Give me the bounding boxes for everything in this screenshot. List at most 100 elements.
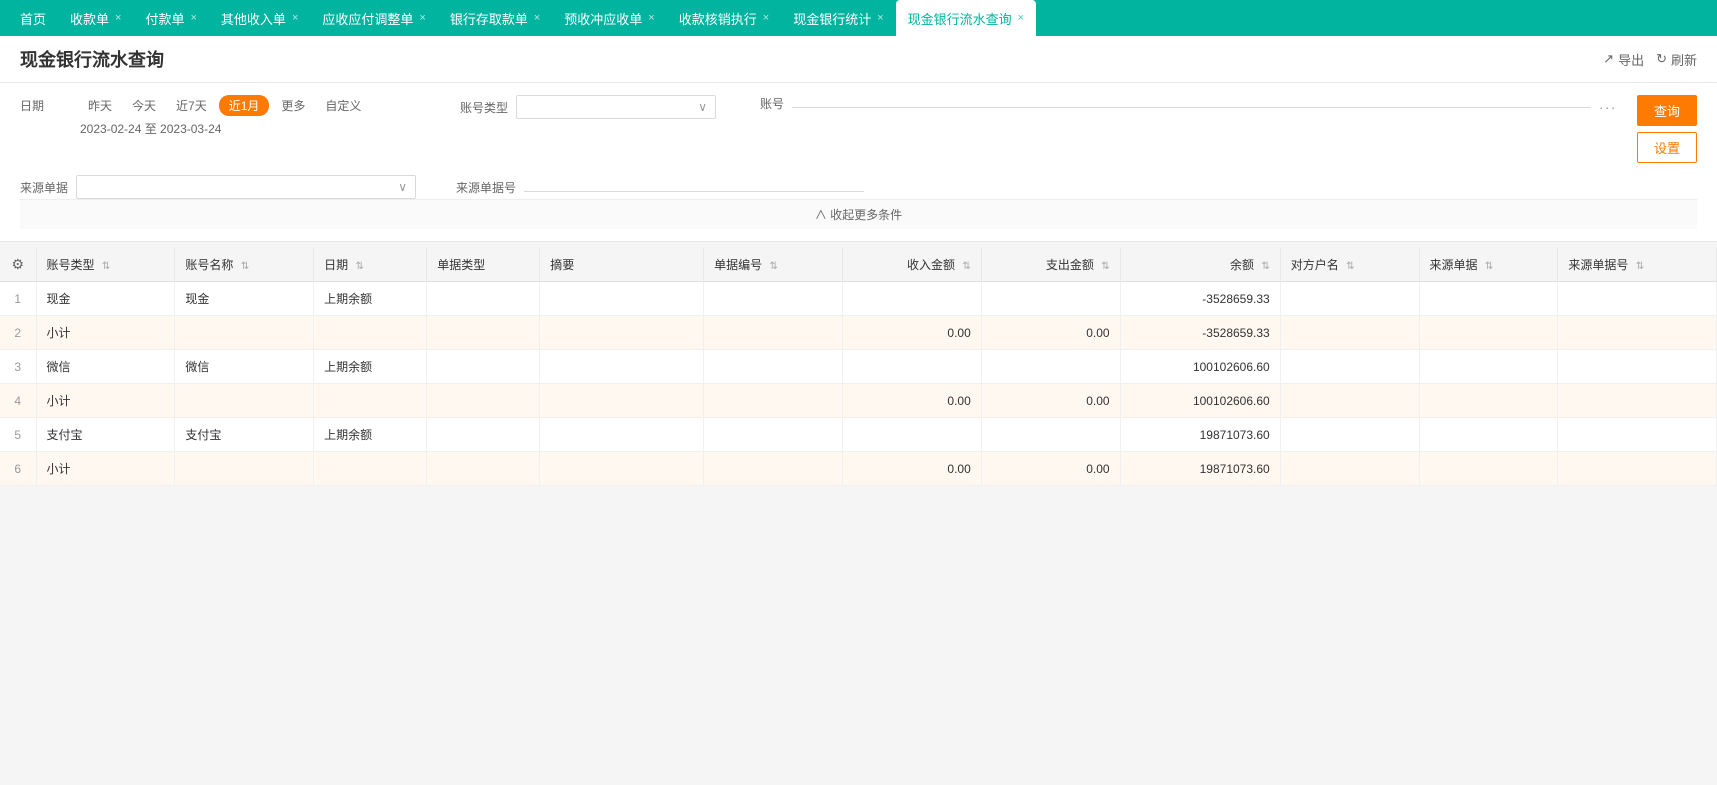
cell-date: 上期余额 (314, 282, 427, 316)
cell-source-doc-no (1558, 282, 1717, 316)
cell-expense: 0.00 (981, 384, 1120, 418)
refresh-button[interactable]: ↻ 刷新 (1656, 50, 1697, 69)
date-range-display: 2023-02-24 至 2023-03-24 (80, 120, 440, 137)
cell-source-doc (1419, 350, 1558, 384)
cell-source-doc-no (1558, 350, 1717, 384)
sort-income-icon[interactable]: ⇅ (962, 261, 970, 272)
cell-doc-type (427, 384, 540, 418)
nav-cash-flow-query[interactable]: 现金银行流水查询 × (896, 0, 1036, 36)
cell-counterpart (1280, 452, 1419, 486)
cell-account-name: 现金 (175, 282, 314, 316)
cell-num: 2 (0, 316, 36, 350)
source-doc-label: 来源单据 (20, 179, 68, 196)
nav-ar-ap-adjust[interactable]: 应收应付调整单 × (310, 0, 437, 36)
nav-prepay[interactable]: 预收冲应收单 × (552, 0, 666, 36)
collapse-bar[interactable]: ∧ 收起更多条件 (20, 199, 1697, 229)
nav-receipt-close[interactable]: × (115, 12, 121, 24)
cell-doc-no (704, 452, 843, 486)
nav-prepay-close[interactable]: × (648, 12, 654, 24)
source-doc-no-input[interactable] (524, 183, 864, 192)
cell-date (314, 452, 427, 486)
cell-income: 0.00 (842, 452, 981, 486)
date-today[interactable]: 今天 (124, 95, 164, 116)
sort-source-doc-icon[interactable]: ⇅ (1485, 261, 1493, 272)
cell-summary (540, 384, 704, 418)
query-button[interactable]: 查询 (1637, 95, 1697, 126)
date-1month[interactable]: 近1月 (219, 95, 270, 116)
col-source-doc-no: 来源单据号 ⇅ (1558, 248, 1717, 282)
col-settings[interactable]: ⚙ (0, 248, 36, 282)
sort-counterpart-icon[interactable]: ⇅ (1346, 261, 1354, 272)
cell-source-doc-no (1558, 316, 1717, 350)
cell-num: 3 (0, 350, 36, 384)
sort-expense-icon[interactable]: ⇅ (1101, 261, 1109, 272)
nav-other-income-close[interactable]: × (292, 12, 298, 24)
source-doc-chevron-icon: ∨ (398, 180, 407, 194)
cell-account-type: 小计 (36, 452, 175, 486)
cell-account-type: 微信 (36, 350, 175, 384)
date-filter-label: 日期 (20, 97, 80, 114)
account-type-chevron-icon: ∨ (698, 100, 707, 114)
date-7days[interactable]: 近7天 (168, 95, 215, 116)
cell-counterpart (1280, 316, 1419, 350)
cell-account-name (175, 384, 314, 418)
col-summary: 摘要 (540, 248, 704, 282)
date-yesterday[interactable]: 昨天 (80, 95, 120, 116)
cell-source-doc-no (1558, 418, 1717, 452)
col-date: 日期 ⇅ (314, 248, 427, 282)
date-more[interactable]: 更多 (273, 95, 313, 116)
export-button[interactable]: ↗ 导出 (1603, 50, 1644, 69)
cell-counterpart (1280, 282, 1419, 316)
cell-counterpart (1280, 418, 1419, 452)
sort-doc-no-icon[interactable]: ⇅ (769, 261, 777, 272)
account-more-icon[interactable]: ... (1599, 96, 1617, 112)
sort-date-icon[interactable]: ⇅ (356, 261, 364, 272)
cell-income: 0.00 (842, 384, 981, 418)
nav-receipt-exec[interactable]: 收款核销执行 × (667, 0, 781, 36)
cell-account-name: 微信 (175, 350, 314, 384)
filter-area: 日期 昨天 今天 近7天 近1月 更多 自定义 2023-02-24 至 202… (0, 83, 1717, 242)
cell-source-doc (1419, 282, 1558, 316)
nav-payment[interactable]: 付款单 × (133, 0, 208, 36)
nav-cash-stats[interactable]: 现金银行统计 × (781, 0, 895, 36)
source-doc-no-label: 来源单据号 (456, 179, 516, 196)
cell-account-type: 小计 (36, 316, 175, 350)
sort-balance-icon[interactable]: ⇅ (1261, 261, 1269, 272)
date-custom[interactable]: 自定义 (317, 95, 369, 116)
cell-balance: 100102606.60 (1120, 384, 1280, 418)
nav-bank-deposit[interactable]: 银行存取款单 × (438, 0, 552, 36)
nav-payment-close[interactable]: × (190, 12, 196, 24)
table-row: 1现金现金上期余额-3528659.33 (0, 282, 1717, 316)
col-income: 收入金额 ⇅ (842, 248, 981, 282)
nav-cash-flow-query-close[interactable]: × (1018, 12, 1024, 24)
set-button[interactable]: 设置 (1637, 132, 1697, 163)
nav-receipt-exec-close[interactable]: × (763, 12, 769, 24)
cell-date: 上期余额 (314, 418, 427, 452)
col-doc-type: 单据类型 (427, 248, 540, 282)
account-type-select[interactable]: ∨ (516, 95, 716, 119)
account-type-label: 账号类型 (460, 99, 508, 116)
account-input[interactable] (792, 99, 1591, 108)
nav-home[interactable]: 首页 (8, 0, 58, 36)
settings-icon[interactable]: ⚙ (11, 256, 24, 272)
cell-expense: 0.00 (981, 452, 1120, 486)
table-row: 2小计0.000.00-3528659.33 (0, 316, 1717, 350)
nav-other-income[interactable]: 其他收入单 × (209, 0, 310, 36)
cell-doc-type (427, 418, 540, 452)
collapse-icon: ∧ (815, 208, 827, 222)
cell-account-type: 小计 (36, 384, 175, 418)
source-doc-select[interactable]: ∨ (76, 175, 416, 199)
nav-bank-deposit-close[interactable]: × (534, 12, 540, 24)
sort-source-doc-no-icon[interactable]: ⇅ (1636, 261, 1644, 272)
nav-cash-stats-close[interactable]: × (877, 12, 883, 24)
nav-ar-ap-adjust-close[interactable]: × (419, 12, 425, 24)
cell-balance: 19871073.60 (1120, 418, 1280, 452)
cell-date (314, 384, 427, 418)
nav-receipt[interactable]: 收款单 × (58, 0, 133, 36)
page-header: 现金银行流水查询 ↗ 导出 ↻ 刷新 (0, 36, 1717, 83)
cell-doc-type (427, 350, 540, 384)
sort-account-name-icon[interactable]: ⇅ (241, 261, 249, 272)
cell-doc-no (704, 282, 843, 316)
sort-account-type-icon[interactable]: ⇅ (102, 261, 110, 272)
cell-account-type: 现金 (36, 282, 175, 316)
